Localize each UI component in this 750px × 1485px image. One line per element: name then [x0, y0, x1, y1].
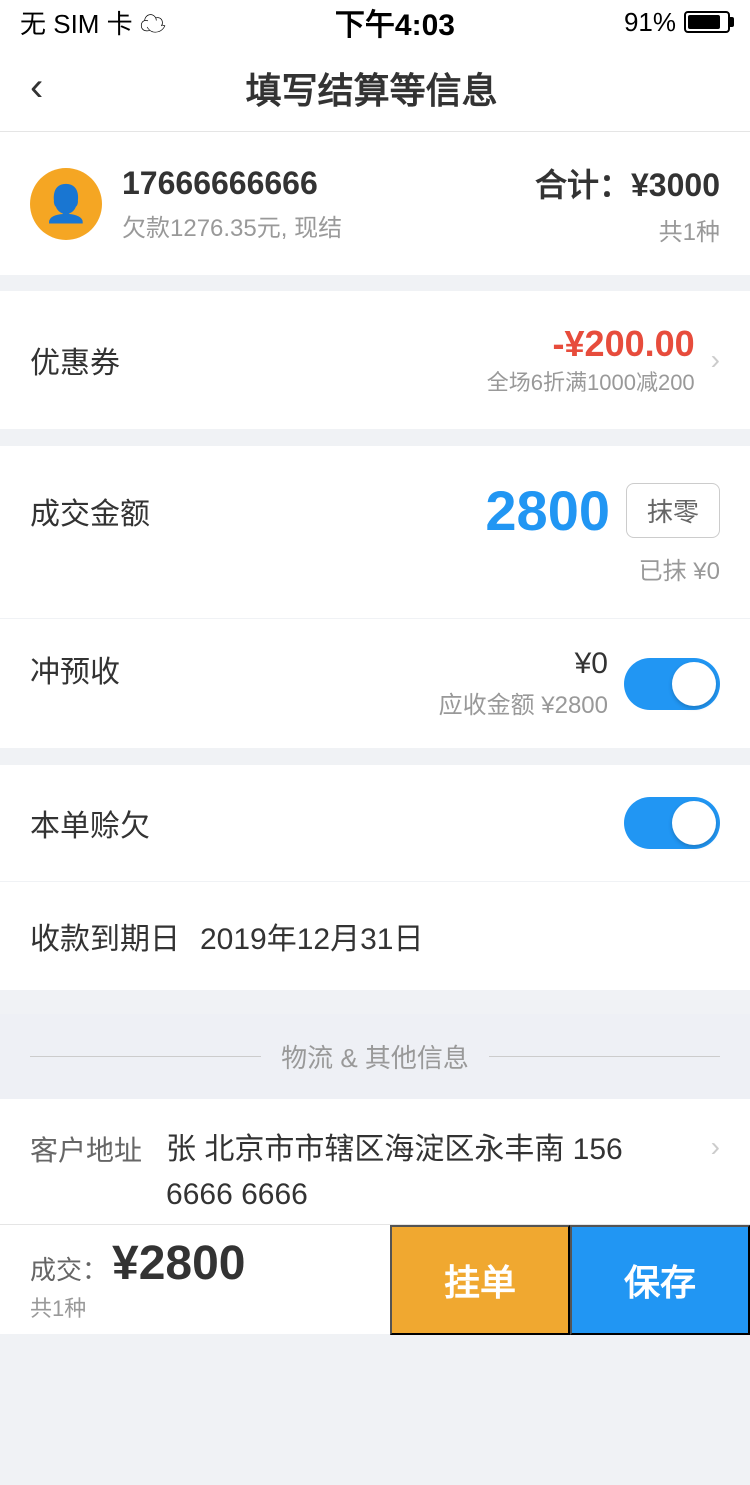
avatar: 👤: [30, 168, 102, 240]
logistics-header: 物流 & 其他信息: [0, 1014, 750, 1099]
bottom-summary-sub: 共1种: [30, 1291, 360, 1323]
status-time: 下午4:03: [335, 0, 455, 44]
prepayment-row: 冲预收 ¥0 应收金额 ¥2800: [0, 618, 750, 748]
bottom-summary-label: 成交：: [30, 1250, 108, 1287]
due-date-value: 2019年12月31日: [200, 914, 423, 958]
prepayment-label: 冲预收: [30, 647, 120, 691]
address-chevron-icon: ›: [711, 1131, 720, 1163]
status-right: 91%: [624, 7, 730, 38]
logistics-text: 物流 & 其他信息: [281, 1038, 469, 1075]
coupon-right: -¥200.00 全场6折满1000减200 ›: [487, 323, 720, 397]
chevron-right-icon: ›: [711, 344, 720, 376]
coupon-row[interactable]: 优惠券 -¥200.00 全场6折满1000减200 ›: [0, 291, 750, 430]
logistics-line-right: [489, 1056, 720, 1057]
battery-icon: [684, 11, 730, 33]
prepayment-amount: ¥0: [439, 647, 608, 681]
nav-bar: ‹ 填写结算等信息: [0, 44, 750, 132]
section-divider-1: [0, 430, 750, 446]
prepayment-value-col: ¥0 应收金额 ¥2800: [439, 647, 608, 720]
coupon-desc: 全场6折满1000减200: [487, 365, 695, 397]
due-date-row: 收款到期日 2019年12月31日: [0, 881, 750, 990]
address-value: 张 北京市市辖区海淀区永丰南 156 6666 6666: [166, 1127, 695, 1217]
debit-row: 本单赊欠: [0, 764, 750, 881]
debit-toggle-knob: [672, 801, 716, 845]
transaction-label: 成交金额: [30, 489, 150, 533]
total-amount: 合计：¥3000: [535, 160, 720, 206]
toggle-knob: [672, 662, 716, 706]
customer-card: 👤 17666666666 欠款1276.35元, 现结 合计：¥3000 共1…: [0, 132, 750, 275]
due-date-label: 收款到期日: [30, 914, 180, 958]
section-divider-3: [0, 990, 750, 1014]
avatar-icon: 👤: [44, 183, 89, 225]
page-title: 填写结算等信息: [63, 62, 680, 114]
bottom-summary: 成交： ¥2800 共1种: [0, 1236, 390, 1323]
customer-phone: 17666666666: [122, 165, 535, 202]
round-button[interactable]: 抹零: [626, 483, 720, 538]
bottom-bar: 成交： ¥2800 共1种 挂单 保存: [0, 1224, 750, 1334]
status-bar: 无 SIM 卡 ☁ 下午4:03 91%: [0, 0, 750, 44]
customer-note: 欠款1276.35元, 现结: [122, 208, 535, 243]
bottom-summary-amount: ¥2800: [112, 1236, 245, 1291]
total-count: 共1种: [535, 212, 720, 247]
transaction-sub: 已抹 ¥0: [639, 558, 720, 585]
hold-button[interactable]: 挂单: [390, 1225, 570, 1335]
sim-status: 无 SIM 卡 ☁: [20, 4, 166, 41]
prepayment-sub: 应收金额 ¥2800: [439, 685, 608, 720]
transaction-amount: 2800: [485, 478, 610, 543]
prepayment-toggle[interactable]: [624, 658, 720, 710]
battery-percent: 91%: [624, 7, 676, 38]
status-left: 无 SIM 卡 ☁: [20, 4, 166, 41]
debit-label: 本单赊欠: [30, 801, 150, 845]
section-divider-2: [0, 748, 750, 764]
coupon-amount: -¥200.00: [487, 323, 695, 365]
save-button[interactable]: 保存: [570, 1225, 750, 1335]
customer-info: 17666666666 欠款1276.35元, 现结: [122, 165, 535, 243]
address-label: 客户地址: [30, 1129, 142, 1169]
transaction-section: 成交金额 2800 抹零 已抹 ¥0: [0, 446, 750, 618]
transaction-row: 成交金额 2800 抹零: [30, 478, 720, 543]
logistics-line-left: [30, 1056, 261, 1057]
transaction-value-group: 2800 抹零: [485, 478, 720, 543]
back-button[interactable]: ‹: [30, 65, 43, 110]
debit-toggle[interactable]: [624, 797, 720, 849]
customer-total: 合计：¥3000 共1种: [535, 160, 720, 247]
coupon-label: 优惠券: [30, 338, 120, 382]
